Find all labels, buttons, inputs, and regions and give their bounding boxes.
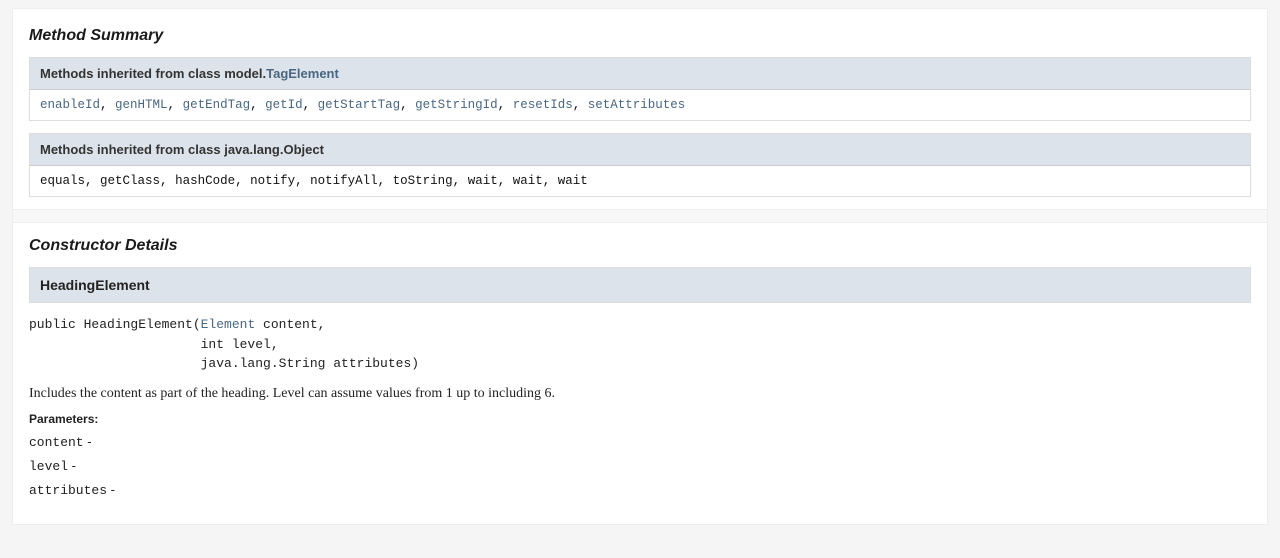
inherited-method-link[interactable]: getEndTag: [183, 98, 251, 112]
parameter-dash: -: [68, 458, 76, 473]
inherited-methods-container: Methods inherited from class model.TagEl…: [29, 57, 1251, 197]
inherited-method: toString: [393, 174, 453, 188]
separator: ,: [378, 174, 393, 188]
separator: ,: [498, 174, 513, 188]
separator: ,: [573, 98, 588, 112]
parameter-row: level -: [29, 458, 1251, 474]
constructor-description: Includes the content as part of the head…: [29, 386, 1251, 402]
separator: ,: [168, 98, 183, 112]
separator: ,: [400, 98, 415, 112]
inherited-method-link[interactable]: genHTML: [115, 98, 168, 112]
inherited-block-header: Methods inherited from class java.lang.O…: [30, 134, 1250, 166]
inherited-method-link[interactable]: resetIds: [513, 98, 573, 112]
inherited-method: wait: [513, 174, 543, 188]
inherited-header-prefix: Methods inherited from class model.: [40, 66, 266, 81]
constructor-signature: public HeadingElement(Element content, i…: [29, 315, 1251, 374]
javadoc-page: Method Summary Methods inherited from cl…: [12, 8, 1268, 525]
inherited-block-body: enableId, genHTML, getEndTag, getId, get…: [30, 90, 1250, 120]
signature-param-type-link[interactable]: Element: [201, 317, 256, 332]
inherited-method: equals: [40, 174, 85, 188]
separator: ,: [160, 174, 175, 188]
signature-line3: java.lang.String attributes): [29, 356, 419, 371]
signature-param1-rest: content,: [255, 317, 325, 332]
inherited-block: Methods inherited from class model.TagEl…: [29, 57, 1251, 121]
inherited-header-prefix: Methods inherited from class java.lang.O…: [40, 142, 324, 157]
parameter-row: content -: [29, 434, 1251, 450]
parameters-label: Parameters:: [29, 412, 1251, 426]
signature-prefix: public HeadingElement(: [29, 317, 201, 332]
parameter-name: attributes: [29, 483, 107, 498]
separator: ,: [235, 174, 250, 188]
parameters-container: content - level - attributes -: [29, 434, 1251, 498]
separator: ,: [303, 98, 318, 112]
separator: ,: [100, 98, 115, 112]
separator: ,: [85, 174, 100, 188]
method-summary-heading: Method Summary: [29, 27, 1251, 45]
inherited-method-link[interactable]: setAttributes: [588, 98, 686, 112]
parameter-row: attributes -: [29, 482, 1251, 498]
inherited-method: getClass: [100, 174, 160, 188]
signature-line2: int level,: [29, 337, 279, 352]
inherited-method-link[interactable]: getStringId: [415, 98, 498, 112]
inherited-method: hashCode: [175, 174, 235, 188]
inherited-method-link[interactable]: getStartTag: [318, 98, 401, 112]
separator: ,: [250, 98, 265, 112]
parameter-dash: -: [84, 434, 92, 449]
inherited-method-link[interactable]: getId: [265, 98, 303, 112]
separator: ,: [543, 174, 558, 188]
constructor-details-heading: Constructor Details: [29, 237, 1251, 255]
inherited-method: wait: [558, 174, 588, 188]
inherited-block-header: Methods inherited from class model.TagEl…: [30, 58, 1250, 90]
parameter-name: content: [29, 435, 84, 450]
inherited-method: wait: [468, 174, 498, 188]
parameter-name: level: [29, 459, 68, 474]
separator: ,: [498, 98, 513, 112]
separator: ,: [453, 174, 468, 188]
separator: ,: [295, 174, 310, 188]
inherited-header-class-link[interactable]: TagElement: [266, 66, 339, 81]
inherited-method: notify: [250, 174, 295, 188]
inherited-method: notifyAll: [310, 174, 378, 188]
inherited-block-body: equals, getClass, hashCode, notify, noti…: [30, 166, 1250, 196]
inherited-method-link[interactable]: enableId: [40, 98, 100, 112]
constructor-name: HeadingElement: [29, 267, 1251, 303]
section-divider: [13, 209, 1267, 223]
parameter-dash: -: [107, 482, 115, 497]
inherited-block: Methods inherited from class java.lang.O…: [29, 133, 1251, 197]
